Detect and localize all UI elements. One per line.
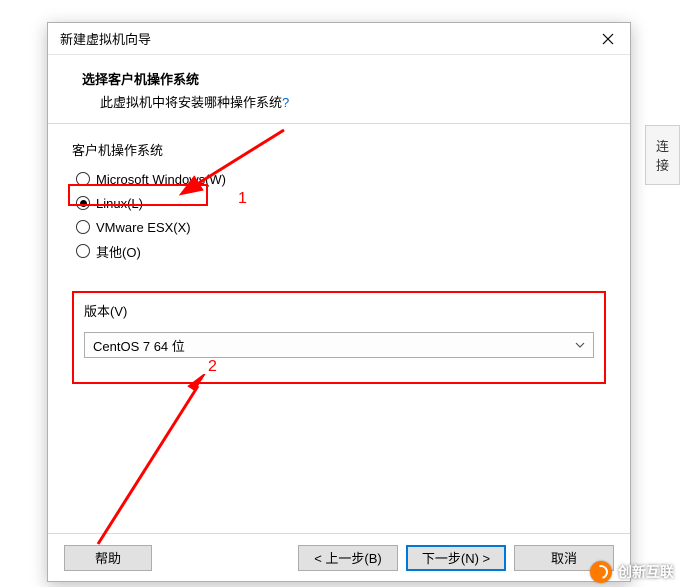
version-combobox[interactable]: CentOS 7 64 位 [84,332,594,358]
guest-os-radio-group: Microsoft Windows(W) Linux(L) VMware ESX… [72,167,606,263]
wizard-footer: 帮助 < 上一步(B) 下一步(N) > 取消 [48,533,630,581]
radio-label: Microsoft Windows(W) [96,172,226,187]
next-button[interactable]: 下一步(N) > [406,545,506,571]
wizard-header: 选择客户机操作系统 此虚拟机中将安装哪种操作系统? [48,55,630,124]
radio-icon [76,196,90,210]
close-button[interactable] [585,23,630,55]
annotation-highlight-2: 版本(V) CentOS 7 64 位 [72,291,606,384]
version-section: 版本(V) CentOS 7 64 位 [72,291,606,384]
version-selected-text: CentOS 7 64 位 [93,336,185,355]
radio-linux[interactable]: Linux(L) [76,191,606,215]
new-vm-wizard-dialog: 新建虚拟机向导 选择客户机操作系统 此虚拟机中将安装哪种操作系统? 客户机操作系… [47,22,631,582]
background-panel-text: 连接 [656,136,679,174]
radio-icon [76,244,90,258]
background-panel-fragment: 连接 [645,125,680,185]
radio-label: Linux(L) [96,196,143,211]
back-button[interactable]: < 上一步(B) [298,545,398,571]
wizard-step-subtext: 此虚拟机中将安装哪种操作系统 [100,95,282,110]
wizard-step-question-mark: ? [282,95,289,110]
radio-other[interactable]: 其他(O) [76,239,606,263]
radio-vmware-esx[interactable]: VMware ESX(X) [76,215,606,239]
guest-os-legend: 客户机操作系统 [72,140,606,159]
radio-label: VMware ESX(X) [96,220,191,235]
radio-windows[interactable]: Microsoft Windows(W) [76,167,606,191]
radio-icon [76,220,90,234]
annotation-arrow-2-icon [88,374,268,554]
wizard-step-subtitle: 此虚拟机中将安装哪种操作系统? [100,92,606,111]
chevron-down-icon [575,342,585,348]
version-legend: 版本(V) [84,301,594,320]
cancel-button[interactable]: 取消 [514,545,614,571]
wizard-content: 客户机操作系统 Microsoft Windows(W) Linux(L) VM… [48,124,630,533]
window-title: 新建虚拟机向导 [60,29,585,48]
close-icon [602,33,614,45]
radio-icon [76,172,90,186]
radio-label: 其他(O) [96,242,141,261]
wizard-step-title: 选择客户机操作系统 [82,69,606,88]
help-button[interactable]: 帮助 [64,545,152,571]
titlebar: 新建虚拟机向导 [48,23,630,55]
